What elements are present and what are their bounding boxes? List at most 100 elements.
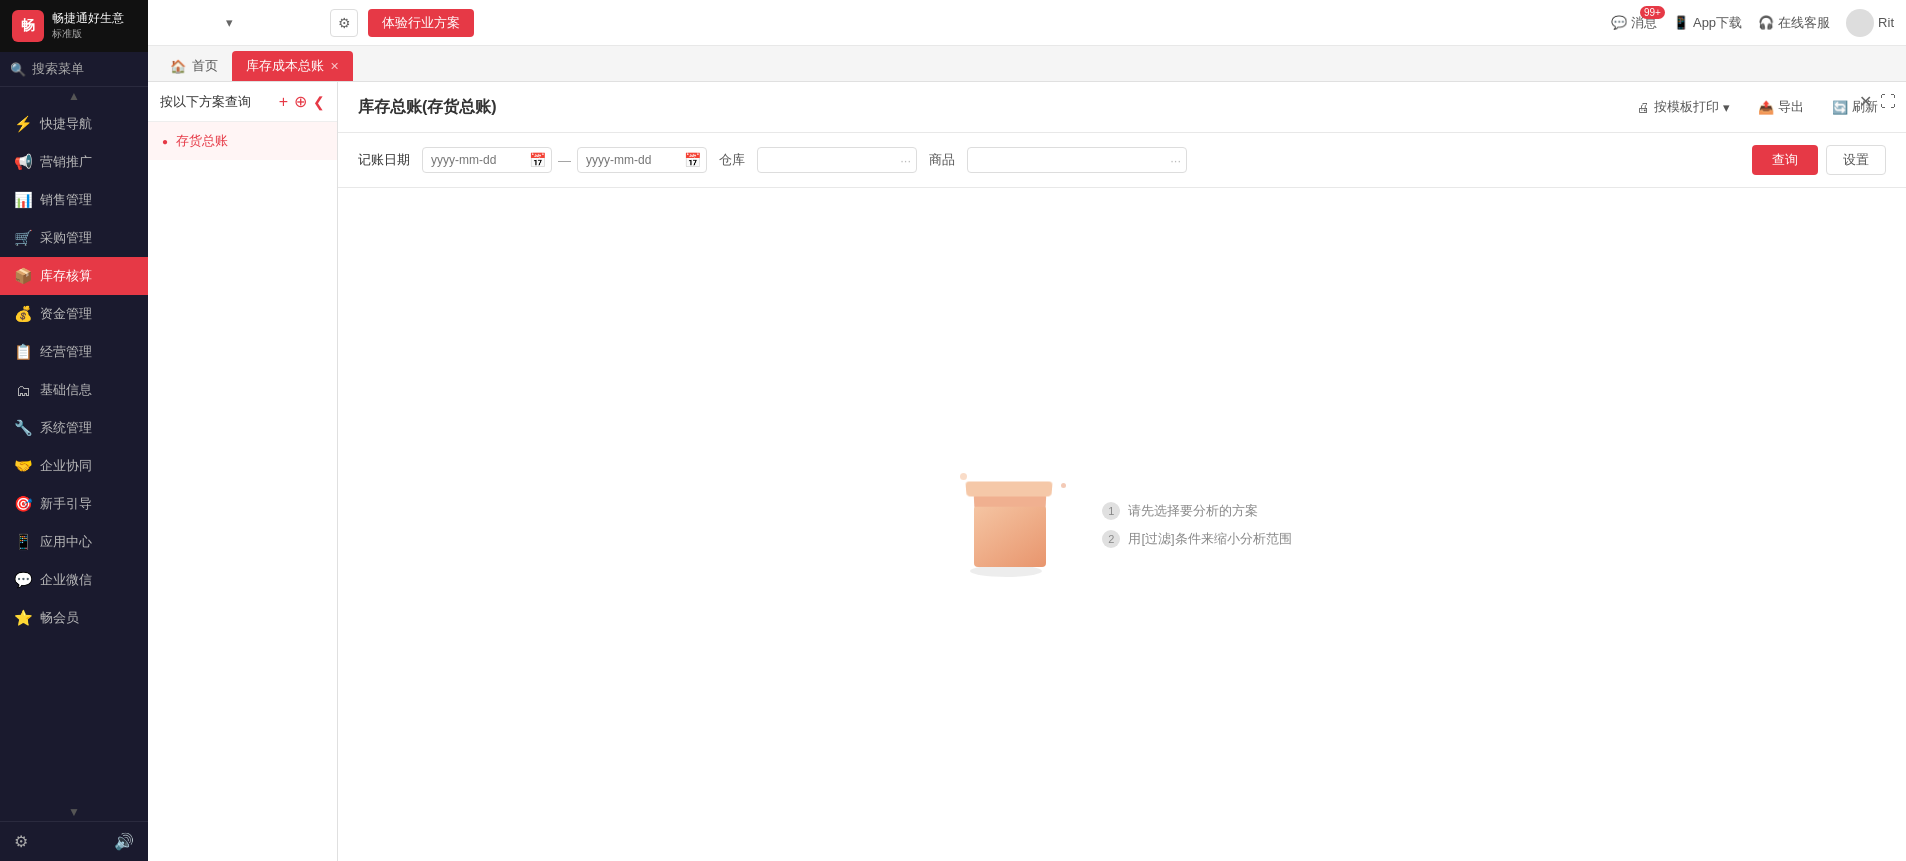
page-title: 库存总账(存货总账) bbox=[358, 97, 497, 118]
side-panel-title: 按以下方案查询 bbox=[160, 93, 251, 111]
filter-bar: 记账日期 📅 — 📅 仓库 ··· 商 bbox=[338, 133, 1906, 188]
nav-icon-inventory: 📦 bbox=[14, 267, 32, 285]
export-btn[interactable]: 📤 导出 bbox=[1750, 94, 1812, 120]
topbar-settings-btn[interactable]: ⚙ bbox=[330, 9, 358, 37]
print-btn[interactable]: 🖨 按模板打印 ▾ bbox=[1629, 94, 1738, 120]
nav-icon-basic: 🗂 bbox=[14, 382, 32, 399]
nav-icon-guide: 🎯 bbox=[14, 495, 32, 513]
trial-btn[interactable]: 体验行业方案 bbox=[368, 9, 474, 37]
sidebar-item-wechat[interactable]: 💬 企业微信 bbox=[0, 561, 148, 599]
product-select-wrap: ··· bbox=[967, 147, 1187, 173]
sidebar-item-purchase[interactable]: 🛒 采购管理 bbox=[0, 219, 148, 257]
warehouse-input[interactable] bbox=[757, 147, 917, 173]
sidebar-item-basic[interactable]: 🗂 基础信息 bbox=[0, 371, 148, 409]
topbar: ▾ ⚙ 体验行业方案 💬 消息 99+ 📱 App下载 🎧 在线客服 Rit bbox=[148, 0, 1906, 46]
sidebar-item-cooperation[interactable]: 🤝 企业协同 bbox=[0, 447, 148, 485]
app-name: 畅捷通好生意 bbox=[52, 11, 124, 27]
empty-state: 1 请先选择要分析的方案 2 用[过滤]条件来缩小分析范围 bbox=[338, 188, 1906, 861]
side-panel-actions: + ⊕ ❮ bbox=[279, 92, 325, 111]
date-end-wrap: 📅 bbox=[577, 147, 707, 173]
nav-label-inventory: 库存核算 bbox=[40, 267, 92, 285]
settings-btn[interactable]: 设置 bbox=[1826, 145, 1886, 175]
main-content: 库存总账(存货总账) 🖨 按模板打印 ▾ 📤 导出 🔄 刷新 bbox=[338, 82, 1906, 861]
main-area: ▾ ⚙ 体验行业方案 💬 消息 99+ 📱 App下载 🎧 在线客服 Rit bbox=[148, 0, 1906, 861]
query-btn[interactable]: 查询 bbox=[1752, 145, 1818, 175]
topbar-right: 💬 消息 99+ 📱 App下载 🎧 在线客服 Rit bbox=[1611, 9, 1894, 37]
app-download-btn[interactable]: 📱 App下载 bbox=[1673, 14, 1742, 32]
topbar-dropdown-icon[interactable]: ▾ bbox=[226, 15, 233, 30]
nav-icon-quick-nav: ⚡ bbox=[14, 115, 32, 133]
app-logo: 畅 畅捷通好生意 标准版 bbox=[0, 0, 148, 52]
add-scheme-btn[interactable]: + bbox=[279, 93, 288, 111]
sidebar-item-guide[interactable]: 🎯 新手引导 bbox=[0, 485, 148, 523]
online-support-btn[interactable]: 🎧 在线客服 bbox=[1758, 14, 1830, 32]
nav-label-quick-nav: 快捷导航 bbox=[40, 115, 92, 133]
side-panel: 按以下方案查询 + ⊕ ❮ ● 存货总账 bbox=[148, 82, 338, 861]
nav-label-system: 系统管理 bbox=[40, 419, 92, 437]
tabs-bar: 🏠 首页 库存成本总账 ✕ bbox=[148, 46, 1906, 82]
date-end-input[interactable] bbox=[577, 147, 707, 173]
scheme-inventory-ledger[interactable]: ● 存货总账 bbox=[148, 122, 337, 160]
tab-inventory-cost-label: 库存成本总账 bbox=[246, 57, 324, 75]
date-dash: — bbox=[558, 153, 571, 168]
scroll-down[interactable]: ▼ bbox=[0, 803, 148, 821]
app-download-label: App下载 bbox=[1693, 14, 1742, 32]
close-panel-btn[interactable]: ✕ bbox=[1857, 90, 1874, 113]
user-avatar-area[interactable]: Rit bbox=[1846, 9, 1894, 37]
nav-icon-app-center: 📱 bbox=[14, 533, 32, 551]
app-badge: 标准版 bbox=[52, 27, 124, 41]
nav-label-wechat: 企业微信 bbox=[40, 571, 92, 589]
home-icon: 🏠 bbox=[170, 59, 186, 74]
manage-scheme-btn[interactable]: ⊕ bbox=[294, 92, 307, 111]
product-input[interactable] bbox=[967, 147, 1187, 173]
product-label: 商品 bbox=[929, 151, 955, 169]
sidebar-item-app-center[interactable]: 📱 应用中心 bbox=[0, 523, 148, 561]
sidebar-item-system[interactable]: 🔧 系统管理 bbox=[0, 409, 148, 447]
sidebar-item-member[interactable]: ⭐ 畅会员 bbox=[0, 599, 148, 637]
resize-btn[interactable]: ⛶ bbox=[1878, 90, 1898, 113]
date-range-group: 📅 — 📅 bbox=[422, 147, 707, 173]
sidebar-item-sales[interactable]: 📊 销售管理 bbox=[0, 181, 148, 219]
avatar bbox=[1846, 9, 1874, 37]
empty-hint-2: 2 用[过滤]条件来缩小分析范围 bbox=[1102, 530, 1291, 548]
tab-close-icon[interactable]: ✕ bbox=[330, 60, 339, 73]
tab-home-label: 首页 bbox=[192, 57, 218, 75]
content-wrapper: 按以下方案查询 + ⊕ ❮ ● 存货总账 库存总账(存货总账) 🖨 bbox=[148, 82, 1906, 861]
message-btn[interactable]: 💬 消息 99+ bbox=[1611, 14, 1657, 32]
sidebar-item-quick-nav[interactable]: ⚡ 快捷导航 bbox=[0, 105, 148, 143]
nav-icon-marketing: 📢 bbox=[14, 153, 32, 171]
scroll-up[interactable]: ▲ bbox=[0, 87, 148, 105]
empty-illustration bbox=[952, 465, 1072, 585]
hint2-text: 用[过滤]条件来缩小分析范围 bbox=[1128, 530, 1291, 548]
speaker-icon[interactable]: 🔊 bbox=[114, 832, 134, 851]
nav-icon-wechat: 💬 bbox=[14, 571, 32, 589]
hint1-text: 请先选择要分析的方案 bbox=[1128, 502, 1258, 520]
sidebar-item-business[interactable]: 📋 经营管理 bbox=[0, 333, 148, 371]
nav-icon-system: 🔧 bbox=[14, 419, 32, 437]
search-menu-label: 搜索菜单 bbox=[32, 60, 84, 78]
phone-icon: 📱 bbox=[1673, 15, 1689, 30]
hint2-num: 2 bbox=[1102, 530, 1120, 548]
sidebar-item-inventory[interactable]: 📦 库存核算 bbox=[0, 257, 148, 295]
search-menu[interactable]: 🔍 搜索菜单 bbox=[0, 52, 148, 87]
tab-home[interactable]: 🏠 首页 bbox=[156, 51, 232, 81]
print-icon: 🖨 bbox=[1637, 100, 1650, 115]
settings-footer-icon[interactable]: ⚙ bbox=[14, 832, 28, 851]
sidebar: 畅 畅捷通好生意 标准版 🔍 搜索菜单 ▲ ⚡ 快捷导航 📢 营销推广 📊 销售… bbox=[0, 0, 148, 861]
sidebar-nav: ⚡ 快捷导航 📢 营销推广 📊 销售管理 🛒 采购管理 📦 库存核算 💰 资金管… bbox=[0, 105, 148, 803]
nav-icon-purchase: 🛒 bbox=[14, 229, 32, 247]
sidebar-item-marketing[interactable]: 📢 营销推广 bbox=[0, 143, 148, 181]
nav-icon-finance: 💰 bbox=[14, 305, 32, 323]
collapse-panel-btn[interactable]: ❮ bbox=[313, 94, 325, 110]
nav-label-purchase: 采购管理 bbox=[40, 229, 92, 247]
empty-hint-1: 1 请先选择要分析的方案 bbox=[1102, 502, 1291, 520]
sidebar-item-finance[interactable]: 💰 资金管理 bbox=[0, 295, 148, 333]
inventory-ledger-label: 存货总账 bbox=[176, 132, 228, 150]
tab-inventory-cost[interactable]: 库存成本总账 ✕ bbox=[232, 51, 353, 81]
nav-label-marketing: 营销推广 bbox=[40, 153, 92, 171]
user-name: Rit bbox=[1878, 15, 1894, 30]
page-header-actions: 🖨 按模板打印 ▾ 📤 导出 🔄 刷新 bbox=[1629, 94, 1886, 120]
date-start-input[interactable] bbox=[422, 147, 552, 173]
nav-icon-member: ⭐ bbox=[14, 609, 32, 627]
print-dropdown-icon[interactable]: ▾ bbox=[1723, 100, 1730, 115]
